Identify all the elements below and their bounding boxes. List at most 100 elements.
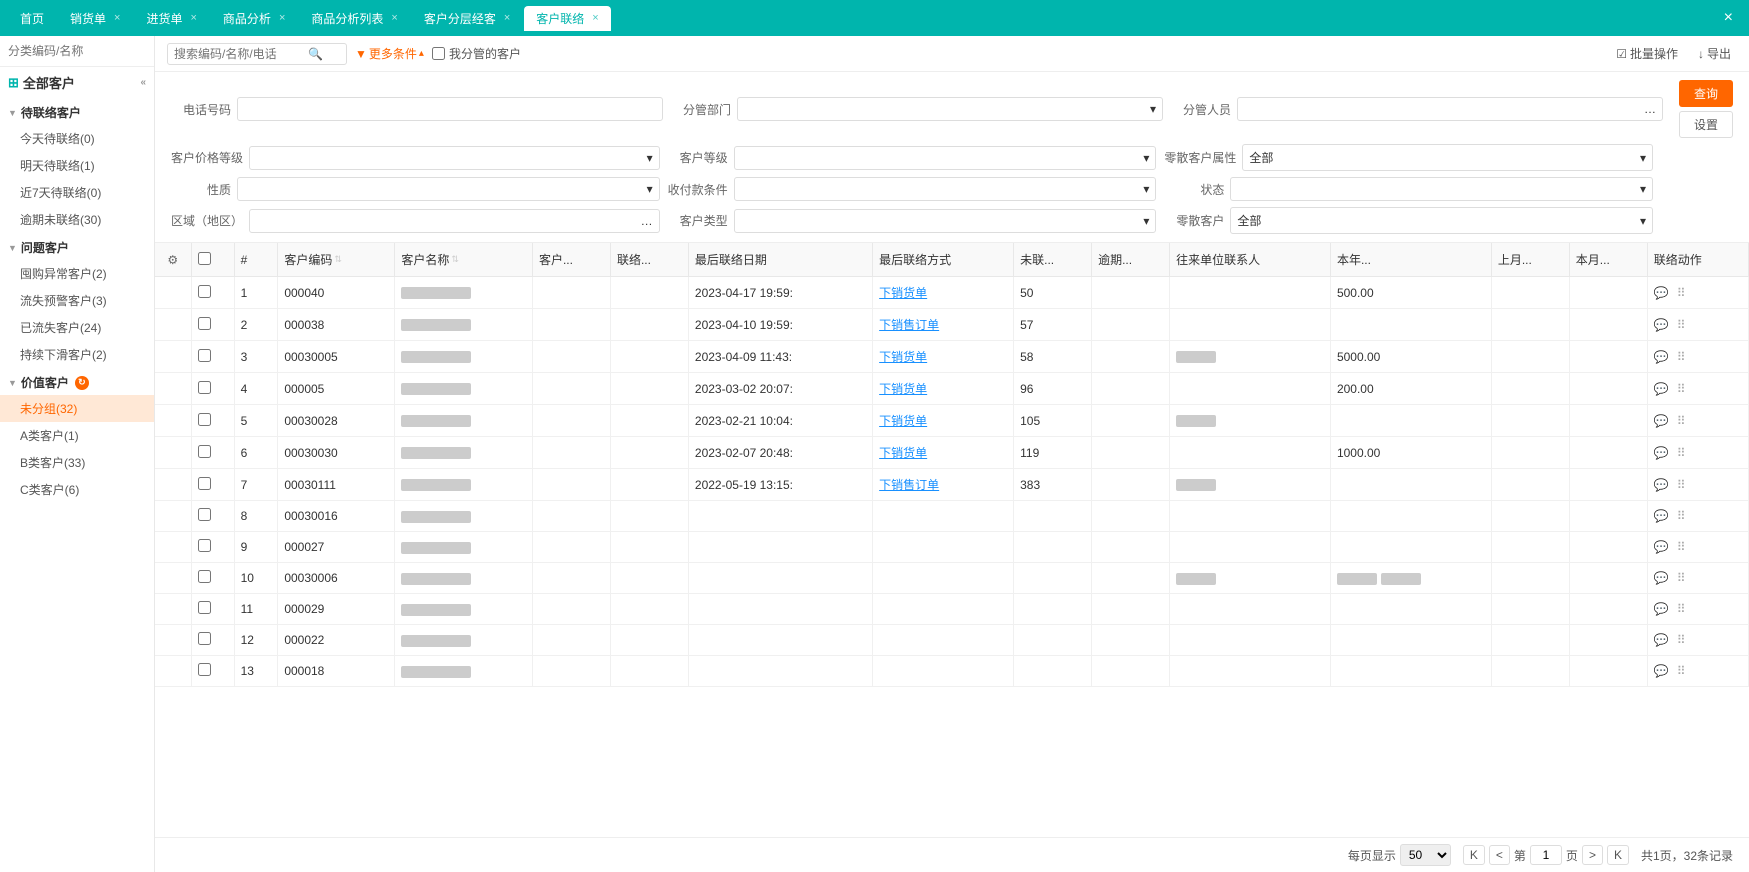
sidebar-item-tomorrow[interactable]: 明天待联络(1) bbox=[0, 152, 154, 179]
row-last-method[interactable] bbox=[873, 563, 1014, 594]
row-select-checkbox[interactable] bbox=[198, 381, 211, 394]
more-icon[interactable]: ⠿ bbox=[1677, 540, 1686, 554]
code-col-header[interactable]: 客户编码 ⇅ bbox=[278, 243, 395, 277]
overdue-col-header[interactable]: 逾期... bbox=[1092, 243, 1170, 277]
page-input[interactable] bbox=[1530, 845, 1562, 865]
first-page-btn[interactable]: K bbox=[1463, 845, 1485, 865]
more-icon[interactable]: ⠿ bbox=[1677, 633, 1686, 647]
last-contact-method-col-header[interactable]: 最后联络方式 bbox=[873, 243, 1014, 277]
dept-select[interactable]: ▾ bbox=[737, 97, 1163, 121]
search-icon[interactable]: 🔍 bbox=[308, 47, 323, 61]
phone-input[interactable] bbox=[237, 97, 663, 121]
contact-icon[interactable]: 💬 bbox=[1654, 350, 1669, 364]
contact-method-link[interactable]: 下销货单 bbox=[879, 446, 927, 460]
contact-icon[interactable]: 💬 bbox=[1654, 509, 1669, 523]
row-last-method[interactable]: 下销货单 bbox=[873, 341, 1014, 373]
last-page-btn[interactable]: K bbox=[1607, 845, 1629, 865]
search-input[interactable] bbox=[174, 47, 304, 61]
select-all-checkbox[interactable] bbox=[198, 252, 211, 265]
contact-method-link[interactable]: 下销货单 bbox=[879, 286, 927, 300]
batch-operation-btn[interactable]: ☑ 批量操作 bbox=[1610, 42, 1684, 65]
row-last-method[interactable]: 下销货单 bbox=[873, 373, 1014, 405]
sidebar-item-class-b[interactable]: B类客户(33) bbox=[0, 449, 154, 476]
retail-attr-select[interactable]: 全部 ▾ bbox=[1242, 144, 1653, 171]
collapse-sidebar-icon[interactable]: « bbox=[140, 77, 146, 88]
row-last-method[interactable]: 下销货单 bbox=[873, 277, 1014, 309]
row-select-checkbox[interactable] bbox=[198, 445, 211, 458]
status-select[interactable]: ▾ bbox=[1230, 177, 1653, 201]
sidebar-item-overdue[interactable]: 逾期未联络(30) bbox=[0, 206, 154, 233]
contact-col-header[interactable]: 联络... bbox=[610, 243, 688, 277]
row-select-checkbox[interactable] bbox=[198, 570, 211, 583]
more-icon[interactable]: ⠿ bbox=[1677, 318, 1686, 332]
unit-contact-col-header[interactable]: 往来单位联系人 bbox=[1170, 243, 1331, 277]
contact-icon[interactable]: 💬 bbox=[1654, 382, 1669, 396]
row-select-checkbox[interactable] bbox=[198, 601, 211, 614]
more-icon[interactable]: ⠿ bbox=[1677, 350, 1686, 364]
nature-select[interactable]: ▾ bbox=[237, 177, 660, 201]
more-icon[interactable]: ⠿ bbox=[1677, 478, 1686, 492]
close-customer-contact-tab[interactable]: × bbox=[592, 12, 598, 24]
contact-icon[interactable]: 💬 bbox=[1654, 633, 1669, 647]
next-page-btn[interactable]: > bbox=[1582, 845, 1603, 865]
tab-product-list[interactable]: 商品分析列表 × bbox=[299, 6, 409, 31]
row-last-method[interactable] bbox=[873, 656, 1014, 687]
sidebar-item-declining[interactable]: 持续下滑客户(2) bbox=[0, 341, 154, 368]
more-icon[interactable]: ⠿ bbox=[1677, 382, 1686, 396]
value-customer-group[interactable]: ▼ 价值客户 ↻ bbox=[0, 368, 154, 395]
sidebar-item-class-c[interactable]: C类客户(6) bbox=[0, 476, 154, 503]
manager-input[interactable]: … bbox=[1237, 97, 1663, 121]
sidebar-item-hoarding[interactable]: 囤购异常客户(2) bbox=[0, 260, 154, 287]
customer-type-select[interactable]: ▾ bbox=[734, 209, 1157, 233]
pending-contact-group[interactable]: ▼ 待联络客户 bbox=[0, 98, 154, 125]
uncontacted-col-header[interactable]: 未联... bbox=[1014, 243, 1092, 277]
refresh-badge[interactable]: ↻ bbox=[75, 376, 89, 390]
row-last-method[interactable]: 下销货单 bbox=[873, 405, 1014, 437]
tab-product-analysis[interactable]: 商品分析 × bbox=[211, 6, 297, 31]
contact-method-link[interactable]: 下销货单 bbox=[879, 382, 927, 396]
query-button[interactable]: 查询 bbox=[1679, 80, 1733, 107]
more-icon[interactable]: ⠿ bbox=[1677, 446, 1686, 460]
tab-home[interactable]: 首页 bbox=[8, 6, 56, 31]
sidebar-item-ungroup[interactable]: 未分组(32) bbox=[0, 395, 154, 422]
retail-customer-select[interactable]: 全部 ▾ bbox=[1230, 207, 1653, 234]
this-month-col-header[interactable]: 本月... bbox=[1569, 243, 1647, 277]
row-last-method[interactable] bbox=[873, 532, 1014, 563]
name-col-header[interactable]: 客户名称 ⇅ bbox=[395, 243, 533, 277]
contact-icon[interactable]: 💬 bbox=[1654, 318, 1669, 332]
contact-method-link[interactable]: 下销货单 bbox=[879, 414, 927, 428]
all-customers-header[interactable]: ⊞ 全部客户 « bbox=[0, 67, 154, 98]
settings-col-header[interactable]: ⚙ bbox=[155, 243, 191, 277]
sidebar-item-class-a[interactable]: A类客户(1) bbox=[0, 422, 154, 449]
type-col-header[interactable]: 客户... bbox=[532, 243, 610, 277]
payment-select[interactable]: ▾ bbox=[734, 177, 1157, 201]
more-icon[interactable]: ⠿ bbox=[1677, 286, 1686, 300]
row-select-checkbox[interactable] bbox=[198, 317, 211, 330]
row-select-checkbox[interactable] bbox=[198, 413, 211, 426]
row-last-method[interactable]: 下销货单 bbox=[873, 437, 1014, 469]
this-year-col-header[interactable]: 本年... bbox=[1330, 243, 1491, 277]
contact-method-link[interactable]: 下销货单 bbox=[879, 350, 927, 364]
contact-method-link[interactable]: 下销售订单 bbox=[879, 478, 939, 492]
contact-icon[interactable]: 💬 bbox=[1654, 414, 1669, 428]
contact-icon[interactable]: 💬 bbox=[1654, 446, 1669, 460]
sidebar-item-churn-warn[interactable]: 流失预警客户(3) bbox=[0, 287, 154, 314]
more-icon[interactable]: ⠿ bbox=[1677, 664, 1686, 678]
customer-level-select[interactable]: ▾ bbox=[734, 146, 1157, 170]
contact-icon[interactable]: 💬 bbox=[1654, 664, 1669, 678]
reset-button[interactable]: 设置 bbox=[1679, 111, 1733, 138]
row-select-checkbox[interactable] bbox=[198, 349, 211, 362]
contact-method-link[interactable]: 下销售订单 bbox=[879, 318, 939, 332]
close-customer-tier-tab[interactable]: × bbox=[504, 12, 510, 24]
row-last-method[interactable] bbox=[873, 594, 1014, 625]
more-icon[interactable]: ⠿ bbox=[1677, 602, 1686, 616]
close-product-list-tab[interactable]: × bbox=[391, 12, 397, 24]
sidebar-item-7days[interactable]: 近7天待联络(0) bbox=[0, 179, 154, 206]
more-icon[interactable]: ⠿ bbox=[1677, 509, 1686, 523]
row-last-method[interactable]: 下销售订单 bbox=[873, 309, 1014, 341]
row-select-checkbox[interactable] bbox=[198, 632, 211, 645]
close-purchase-tab[interactable]: × bbox=[190, 12, 196, 24]
problem-customer-group[interactable]: ▼ 问题客户 bbox=[0, 233, 154, 260]
contact-icon[interactable]: 💬 bbox=[1654, 478, 1669, 492]
close-sales-tab[interactable]: × bbox=[114, 12, 120, 24]
